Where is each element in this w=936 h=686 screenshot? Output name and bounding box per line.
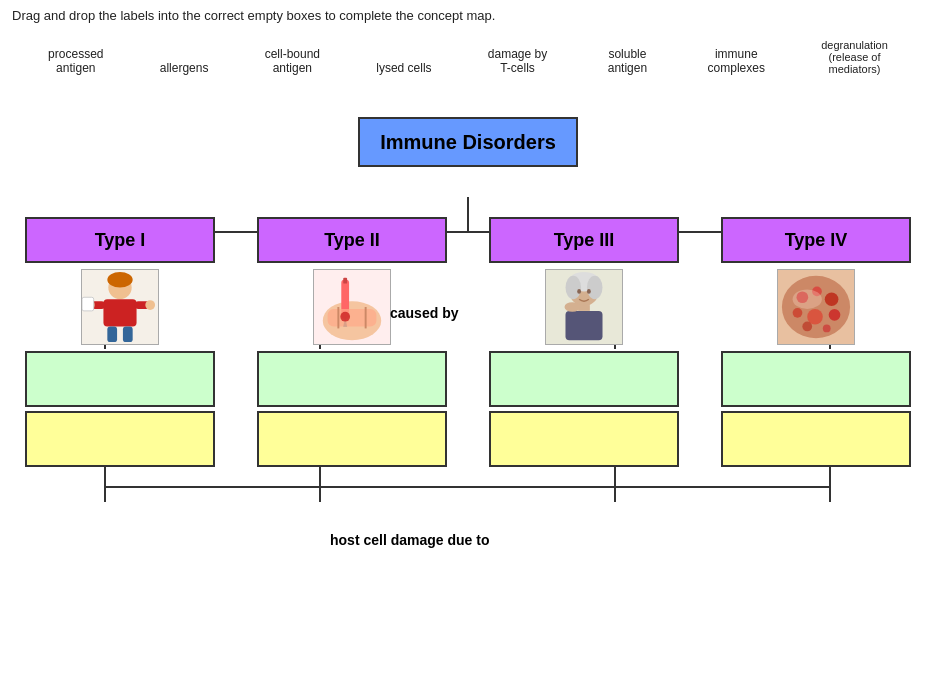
type3-yellow-dropbox[interactable] (489, 411, 679, 467)
type2-col: Type II (252, 217, 452, 467)
type4-yellow-dropbox[interactable] (721, 411, 911, 467)
type3-col: Type III (484, 217, 684, 467)
type4-image (777, 269, 855, 345)
svg-point-53 (825, 292, 839, 306)
svg-point-26 (145, 300, 155, 310)
type1-green-dropbox[interactable] (25, 351, 215, 407)
svg-rect-35 (328, 309, 377, 327)
label-cell-bound-antigen[interactable]: cell-boundantigen (259, 45, 326, 77)
labels-area: processedantigen allergens cell-boundant… (0, 31, 936, 87)
svg-point-42 (565, 276, 581, 299)
label-damage-by-tcells[interactable]: damage byT-cells (482, 45, 553, 77)
caused-by-label: caused by (390, 305, 458, 321)
root-box: Immune Disorders (358, 117, 578, 167)
svg-point-58 (823, 325, 831, 333)
svg-point-38 (340, 312, 350, 322)
instructions: Drag and drop the labels into the correc… (0, 0, 936, 31)
svg-point-57 (802, 322, 812, 332)
type1-yellow-dropbox[interactable] (25, 411, 215, 467)
type-boxes-row: Type I (20, 217, 916, 467)
type4-box: Type IV (721, 217, 911, 263)
svg-point-54 (793, 308, 803, 318)
type1-image (81, 269, 159, 345)
type2-yellow-dropbox[interactable] (257, 411, 447, 467)
type3-image (545, 269, 623, 345)
svg-point-45 (587, 289, 591, 294)
svg-rect-28 (107, 326, 117, 342)
type3-image-area (489, 267, 679, 347)
label-lysed-cells[interactable]: lysed cells (370, 59, 437, 77)
svg-rect-29 (123, 326, 133, 342)
svg-rect-33 (343, 278, 347, 284)
svg-rect-47 (565, 311, 602, 340)
type1-col: Type I (20, 217, 220, 467)
type3-green-dropbox[interactable] (489, 351, 679, 407)
label-immune-complexes[interactable]: immunecomplexes (702, 45, 771, 77)
type4-green-dropbox[interactable] (721, 351, 911, 407)
svg-point-55 (807, 309, 823, 325)
type2-green-dropbox[interactable] (257, 351, 447, 407)
label-processed-antigen[interactable]: processedantigen (42, 45, 109, 77)
type2-image (313, 269, 391, 345)
label-degranulation[interactable]: degranulation(release ofmediators) (815, 37, 894, 77)
concept-map: Immune Disorders Type I (0, 87, 936, 607)
svg-point-21 (107, 272, 132, 288)
svg-rect-22 (103, 299, 136, 326)
svg-point-56 (829, 309, 841, 321)
label-soluble-antigen[interactable]: solubleantigen (597, 45, 657, 77)
svg-point-43 (587, 276, 603, 299)
type2-box: Type II (257, 217, 447, 263)
svg-point-48 (565, 302, 581, 312)
type4-col: Type IV (716, 217, 916, 467)
host-damage-label: host cell damage due to (330, 532, 489, 548)
svg-point-59 (793, 289, 822, 308)
type1-box: Type I (25, 217, 215, 263)
svg-point-44 (577, 289, 581, 294)
type3-box: Type III (489, 217, 679, 263)
type1-image-area (25, 267, 215, 347)
label-allergens[interactable]: allergens (154, 59, 215, 77)
svg-rect-27 (82, 297, 94, 311)
type4-image-area (721, 267, 911, 347)
